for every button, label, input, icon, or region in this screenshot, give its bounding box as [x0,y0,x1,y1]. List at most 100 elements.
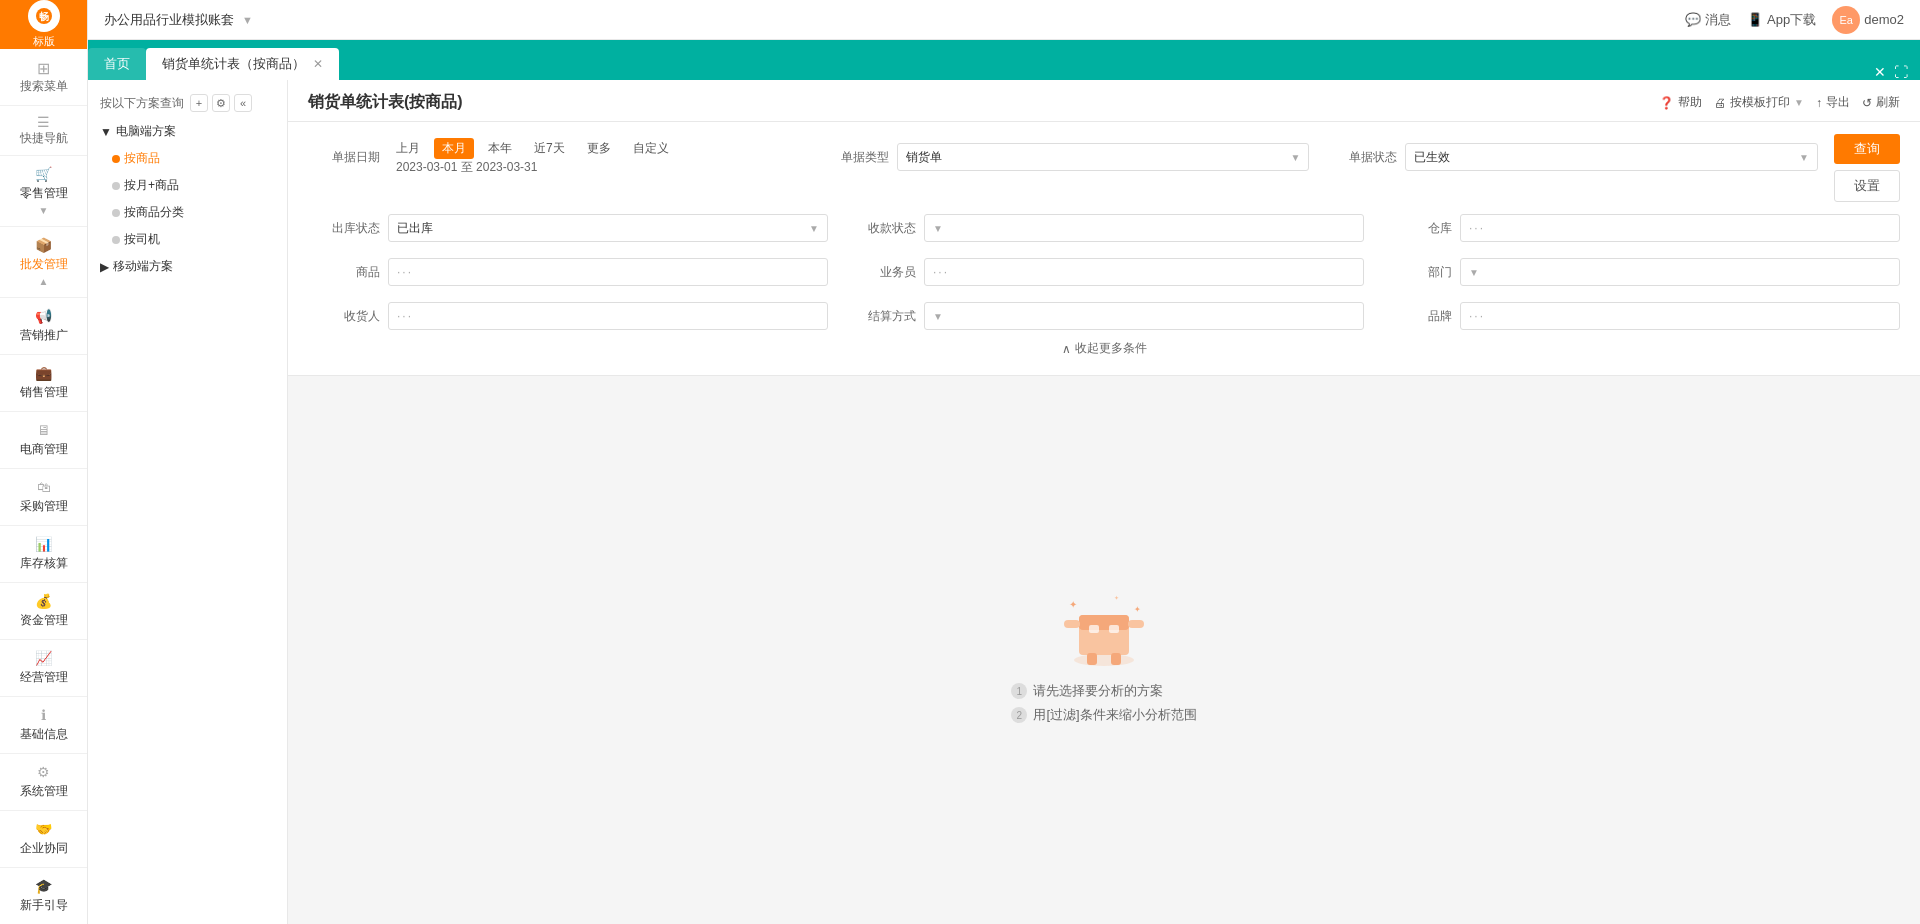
sidebar-item-retail[interactable]: 🛒 零售管理 ▼ [0,156,87,227]
settlement-cell: 结算方式 ▼ [844,298,1364,334]
left-panel-icons: + ⚙ « [190,94,252,112]
payment-status-select[interactable]: ▼ [924,214,1364,242]
print-icon: 🖨 [1714,96,1726,110]
payment-status-cell: 收款状态 ▼ [844,210,1364,246]
salesperson-cell: 业务员 ··· [844,254,1364,290]
export-btn[interactable]: ↑ 导出 [1816,94,1850,111]
goods-select[interactable]: ··· [388,258,828,286]
tree-item-by-month-goods[interactable]: 按月+商品 [88,172,287,199]
top-header-actions: 💬 消息 📱 App下载 Ea demo2 [1685,6,1904,34]
tab-close-icon[interactable]: ✕ [313,57,323,71]
user-profile[interactable]: Ea demo2 [1832,6,1904,34]
sidebar-item-marketing[interactable]: 📢 营销推广 [0,298,87,355]
tree-item-by-category[interactable]: 按商品分类 [88,199,287,226]
sidebar-item-enterprise-collab[interactable]: 🤝 企业协同 [0,811,87,868]
warehouse-status-label: 出库状态 [308,220,388,237]
warehouse-label: 仓库 [1380,220,1460,237]
date-btn-last-month[interactable]: 上月 [388,138,428,159]
dept-select[interactable]: ▼ [1460,258,1900,286]
content-wrapper: 按以下方案查询 + ⚙ « ▼ 电脑端方案 按商品 按月+商品 [88,80,1920,924]
receiver-select[interactable]: ··· [388,302,828,330]
page-header: 销货单统计表(按商品) ❓ 帮助 🖨 按模板打印 ▼ ↑ 导出 [288,80,1920,122]
collapse-panel-btn[interactable]: « [234,94,252,112]
tree-item-by-driver[interactable]: 按司机 [88,226,287,253]
logo[interactable]: 畅 标版 [0,0,88,49]
salesperson-select[interactable]: ··· [924,258,1364,286]
app-download-btn[interactable]: 📱 App下载 [1747,11,1816,29]
print-btn[interactable]: 🖨 按模板打印 ▼ [1714,94,1804,111]
sidebar-item-finance[interactable]: 💰 资金管理 [0,583,87,640]
query-button[interactable]: 查询 [1834,134,1900,164]
sidebar-item-inventory[interactable]: 📊 库存核算 [0,526,87,583]
workspace-label: 办公用品行业模拟账套 [104,11,234,29]
settlement-select[interactable]: ▼ [924,302,1364,330]
date-btn-custom[interactable]: 自定义 [625,138,677,159]
help-btn[interactable]: ❓ 帮助 [1659,94,1702,111]
tree-item-by-goods-label: 按商品 [124,150,160,167]
workspace-selector[interactable]: 办公用品行业模拟账套 ▼ [104,11,253,29]
svg-rect-10 [1128,620,1144,628]
date-btn-7days[interactable]: 近7天 [526,138,573,159]
tab-close-all-icon[interactable]: ✕ [1874,64,1886,80]
sidebar-item-operation[interactable]: 📈 经营管理 [0,640,87,697]
tab-expand-icon[interactable]: ⛶ [1894,64,1908,80]
svg-text:✦: ✦ [1114,595,1119,601]
tab-sales-report[interactable]: 销货单统计表（按商品） ✕ [146,48,339,80]
doc-status-cell: 单据状态 已生效 ▼ [1325,134,1818,180]
doc-status-select[interactable]: 已生效 ▼ [1405,143,1818,171]
svg-rect-4 [1079,615,1129,630]
collapse-icon: ∧ [1062,342,1071,356]
warehouse-status-select[interactable]: 已出库 ▼ [388,214,828,242]
doc-status-label: 单据状态 [1325,149,1405,166]
top-header: 办公用品行业模拟账套 ▼ 💬 消息 📱 App下载 Ea demo2 [88,0,1920,40]
tree-section-desktop[interactable]: ▼ 电脑端方案 [88,118,287,145]
tab-home[interactable]: 首页 [88,48,146,80]
left-panel-title: 按以下方案查询 [100,95,184,112]
refresh-btn[interactable]: ↺ 刷新 [1862,94,1900,111]
settings-button[interactable]: 设置 [1834,170,1900,202]
warehouse-cell: 仓库 ··· [1380,210,1900,246]
page-actions: ❓ 帮助 🖨 按模板打印 ▼ ↑ 导出 ↺ 刷新 [1659,94,1900,111]
message-btn[interactable]: 💬 消息 [1685,11,1731,29]
export-label: 导出 [1826,94,1850,111]
sidebar-item-system[interactable]: ⚙ 系统管理 [0,754,87,811]
logo-icon: 畅 [28,0,60,32]
add-scheme-btn[interactable]: + [190,94,208,112]
warehouse-status-chevron: ▼ [809,223,819,234]
warehouse-select[interactable]: ··· [1460,214,1900,242]
sidebar-item-wholesale[interactable]: 📦 批发管理 ▲ [0,227,87,298]
tree-item-by-goods[interactable]: 按商品 [88,145,287,172]
doc-status-chevron: ▼ [1799,152,1809,163]
svg-rect-7 [1087,653,1097,665]
sidebar-item-search-menu[interactable]: ⊞ 搜索菜单 [0,49,87,106]
tree-section-mobile[interactable]: ▶ 移动端方案 [88,253,287,280]
message-label: 消息 [1705,11,1731,29]
date-label: 单据日期 [308,149,388,166]
home-tab-label: 首页 [104,55,130,73]
collapse-label: 收起更多条件 [1075,340,1147,357]
tree-item-by-month-goods-label: 按月+商品 [124,177,179,194]
tip-2-text: 用[过滤]条件来缩小分析范围 [1033,706,1196,724]
tip-1-text: 请先选择要分析的方案 [1033,682,1163,700]
svg-text:畅: 畅 [39,11,49,22]
sidebar-item-sales[interactable]: 💼 销售管理 [0,355,87,412]
sidebar-item-newbie[interactable]: 🎓 新手引导 [0,868,87,924]
date-btn-this-month[interactable]: 本月 [434,138,474,159]
tree-section-desktop-label: 电脑端方案 [116,123,176,140]
brand-select[interactable]: ··· [1460,302,1900,330]
sidebar-item-basic-info[interactable]: ℹ 基础信息 [0,697,87,754]
item-icon [112,209,120,217]
sidebar-item-purchase[interactable]: 🛍 采购管理 [0,469,87,526]
doc-type-select[interactable]: 销货单 ▼ [897,143,1310,171]
empty-illustration: ✦ ✦ ✦ [1054,570,1154,670]
payment-status-chevron: ▼ [933,223,943,234]
edit-scheme-btn[interactable]: ⚙ [212,94,230,112]
help-label: 帮助 [1678,94,1702,111]
doc-type-label: 单据类型 [817,149,897,166]
date-btn-more[interactable]: 更多 [579,138,619,159]
tree-section-mobile-arrow: ▶ [100,260,109,274]
sidebar-item-ecommerce[interactable]: 🖥 电商管理 [0,412,87,469]
collapse-btn[interactable]: ∧ 收起更多条件 [308,334,1900,363]
date-btn-this-year[interactable]: 本年 [480,138,520,159]
sidebar-item-quick-nav[interactable]: ☰ 快捷导航 [0,106,87,156]
